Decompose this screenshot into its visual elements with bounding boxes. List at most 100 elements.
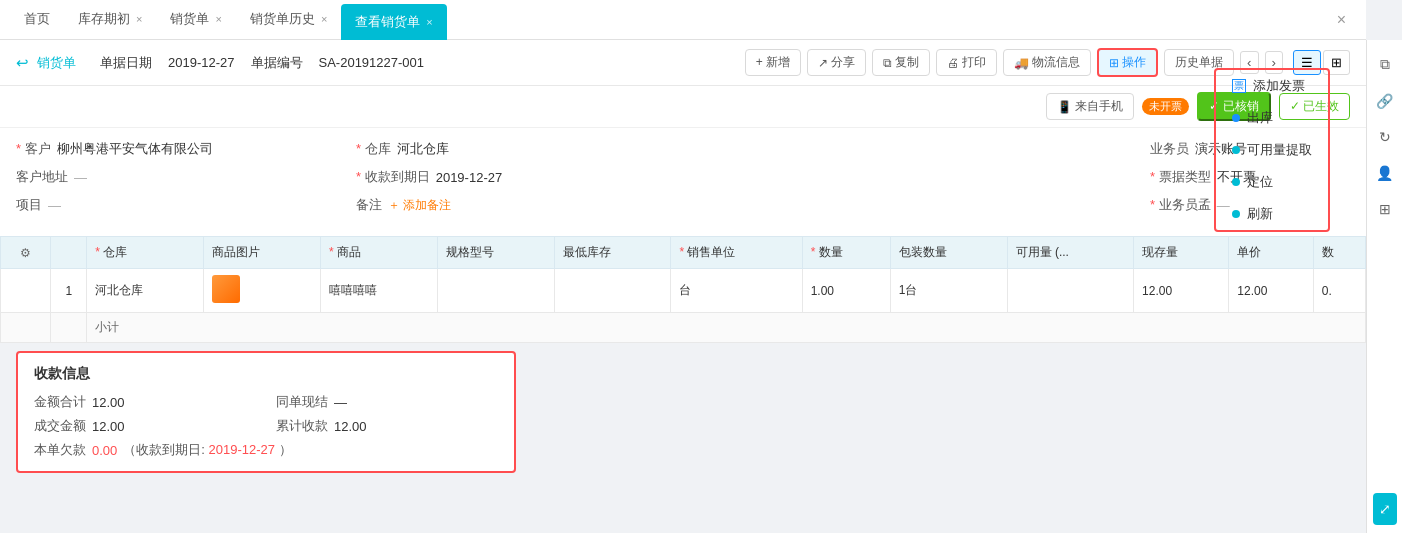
dropdown-wrapper: 票 添加发票 出库 可用量提取 定位 刷新 (1214, 68, 1330, 232)
row-pack-qty: 1台 (890, 269, 1007, 313)
due-row: 本单欠款 0.00 （收款到期日: 2019-12-27 ） (34, 441, 498, 459)
close-all-button[interactable]: × (1327, 11, 1356, 29)
row-qty: 1.00 (802, 269, 890, 313)
col-spec: 规格型号 (437, 237, 554, 269)
address-value: — (74, 170, 87, 185)
tab-view-sales[interactable]: 查看销货单 × (341, 4, 446, 40)
print-button[interactable]: 🖨 打印 (936, 49, 997, 76)
dropdown-outbound[interactable]: 出库 (1216, 102, 1328, 134)
row-product: 嘻嘻嘻嘻 (320, 269, 437, 313)
warehouse-field: 仓库 河北仓库 (356, 140, 556, 158)
row-img (204, 269, 321, 313)
row-index: 1 (51, 269, 87, 313)
doc-type-icon: ↩ (16, 54, 29, 72)
project-value: — (48, 198, 61, 213)
doc-type-label: 销货单 (37, 54, 76, 72)
col-gear[interactable]: ⚙ (1, 237, 51, 269)
ticket-label: 票据类型 (1150, 168, 1211, 186)
cumulative-value: 12.00 (334, 419, 367, 434)
add-note-button[interactable]: ＋ 添加备注 (388, 197, 451, 214)
sidebar-link-icon[interactable]: 🔗 (1370, 85, 1399, 117)
refresh-dot (1232, 210, 1240, 218)
tab-view-sales-close[interactable]: × (426, 16, 432, 28)
sidebar-copy-icon[interactable]: ⧉ (1374, 48, 1396, 81)
share-button[interactable]: ↗ 分享 (807, 49, 866, 76)
tab-sales-order[interactable]: 销货单 × (156, 0, 235, 40)
payment-title: 收款信息 (34, 365, 498, 383)
tab-bar: 首页 库存期初 × 销货单 × 销货单历史 × 查看销货单 × × (0, 0, 1366, 40)
tab-inventory-init-close[interactable]: × (136, 13, 142, 25)
col-qty: * 数量 (802, 237, 890, 269)
col-img: 商品图片 (204, 237, 321, 269)
table-header-row: ⚙ * 仓库 商品图片 * 商品 规格型号 最低库存 * 销售单位 (1, 237, 1366, 269)
available-qty-dot (1232, 146, 1240, 154)
same-order-value: — (334, 395, 347, 410)
logistics-button[interactable]: 🚚 物流信息 (1003, 49, 1091, 76)
warehouse-label: 仓库 (356, 140, 391, 158)
sidebar-table-icon[interactable]: ⊞ (1373, 193, 1397, 225)
customer-value: 柳州粤港平安气体有限公司 (57, 140, 213, 158)
due-date: 2019-12-27 (209, 442, 276, 457)
product-image (212, 275, 240, 303)
sidebar-user-icon[interactable]: 👤 (1370, 157, 1399, 189)
product-table-wrap: ⚙ * 仓库 商品图片 * 商品 规格型号 最低库存 * 销售单位 (0, 236, 1366, 343)
col-pack-qty: 包装数量 (890, 237, 1007, 269)
payment-box: 收款信息 金额合计 12.00 同单现结 — 成交金额 12.00 累计收款 1… (16, 351, 516, 473)
total-value: 12.00 (92, 395, 125, 410)
deal-row: 成交金额 12.00 (34, 417, 256, 435)
warehouse-value: 河北仓库 (397, 140, 449, 158)
due-value: 0.00 (92, 443, 117, 458)
deal-label: 成交金额 (34, 417, 86, 435)
tab-sales-order-close[interactable]: × (215, 13, 221, 25)
right-sidebar: ⧉ 🔗 ↻ 👤 ⊞ ⤢ (1366, 40, 1402, 481)
new-button[interactable]: + 新增 (745, 49, 801, 76)
staff2-label: 业务员孟 (1150, 196, 1211, 214)
no-label: 单据编号 (251, 54, 303, 72)
dropdown-add-invoice[interactable]: 票 添加发票 (1216, 70, 1328, 102)
note-field: 备注 ＋ 添加备注 (356, 196, 556, 214)
note-label: 备注 (356, 196, 382, 214)
plus-icon: ＋ (388, 198, 400, 212)
project-label: 项目 (16, 196, 42, 214)
tab-sales-history[interactable]: 销货单历史 × (236, 0, 341, 40)
table-row: 1 河北仓库 嘻嘻嘻嘻 台 1.00 1台 12.00 12.00 0. (1, 269, 1366, 313)
same-order-label: 同单现结 (276, 393, 328, 411)
address-label: 客户地址 (16, 168, 68, 186)
project-field: 项目 — (16, 196, 216, 214)
copy-doc-icon: ⧉ (883, 56, 892, 70)
address-field: 客户地址 — (16, 168, 216, 186)
col-price: 单价 (1229, 237, 1314, 269)
payment-grid: 金额合计 12.00 同单现结 — 成交金额 12.00 累计收款 12.00 … (34, 393, 498, 459)
locate-dot (1232, 178, 1240, 186)
tab-inventory-init[interactable]: 库存期初 × (64, 0, 156, 40)
customer-field: 客户 柳州粤港平安气体有限公司 (16, 140, 216, 158)
product-table: ⚙ * 仓库 商品图片 * 商品 规格型号 最低库存 * 销售单位 (0, 236, 1366, 343)
subtotal-row: 小计 (1, 313, 1366, 343)
row-min-stock (554, 269, 671, 313)
total-label: 金额合计 (34, 393, 86, 411)
toolbar-row: 📱 来自手机 未开票 ✓ 已核销 ✓ 已生效 (0, 86, 1366, 128)
outbound-dot (1232, 114, 1240, 122)
sidebar-rotate-icon[interactable]: ↻ (1373, 121, 1397, 153)
col-stock: 现存量 (1134, 237, 1229, 269)
dropdown-locate[interactable]: 定位 (1216, 166, 1328, 198)
doc-title-area: ↩ 销货单 单据日期 2019-12-27 单据编号 SA-20191227-0… (16, 54, 424, 72)
doc-meta: 单据日期 2019-12-27 单据编号 SA-20191227-001 (100, 54, 424, 72)
form-section: 客户 柳州粤港平安气体有限公司 仓库 河北仓库 业务员 演示账号 客户地址 — … (0, 128, 1366, 236)
grid-icon: ⊞ (1109, 56, 1119, 70)
from-phone-button[interactable]: 📱 来自手机 (1046, 93, 1134, 120)
copy-button[interactable]: ⧉ 复制 (872, 49, 930, 76)
row-warehouse: 河北仓库 (87, 269, 204, 313)
invoice-icon: 票 (1232, 79, 1246, 93)
dropdown-available-qty[interactable]: 可用量提取 (1216, 134, 1328, 166)
tab-home[interactable]: 首页 (10, 0, 64, 40)
dropdown-refresh[interactable]: 刷新 (1216, 198, 1328, 230)
same-order-row: 同单现结 — (276, 393, 498, 411)
form-row-2: 客户地址 — 收款到期日 2019-12-27 票据类型 不开票 (16, 168, 1350, 186)
row-spec (437, 269, 554, 313)
dropdown-popup: 票 添加发票 出库 可用量提取 定位 刷新 (1214, 68, 1330, 232)
operate-button[interactable]: ⊞ 操作 (1097, 48, 1158, 77)
tab-sales-history-close[interactable]: × (321, 13, 327, 25)
due-date-label: 收款到期日 (356, 168, 430, 186)
doc-header: ↩ 销货单 单据日期 2019-12-27 单据编号 SA-20191227-0… (0, 40, 1366, 86)
